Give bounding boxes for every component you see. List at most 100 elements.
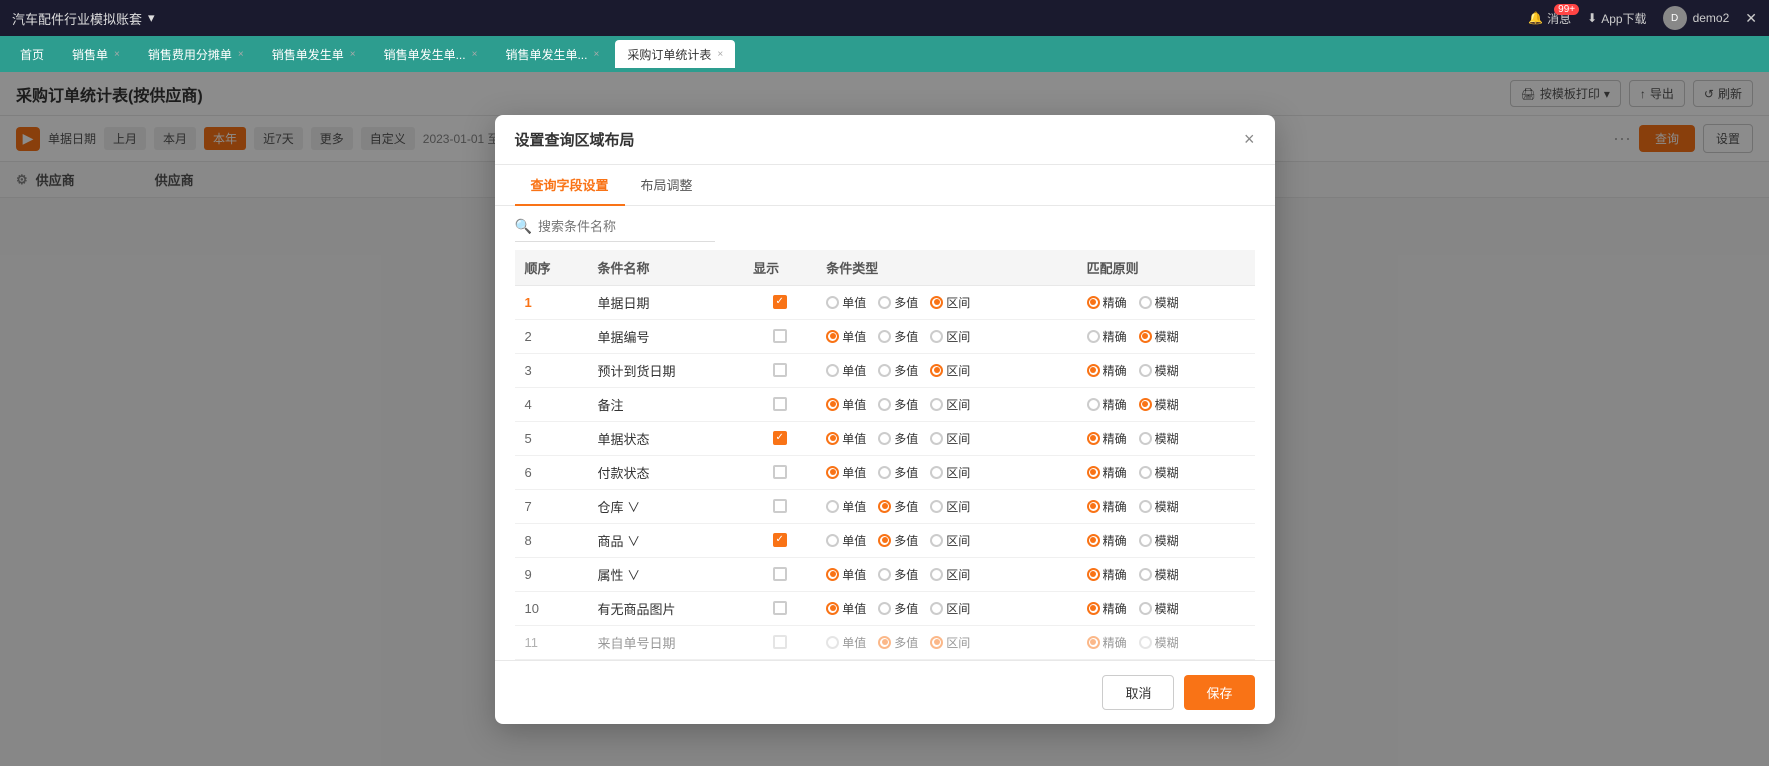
radio-exact[interactable]: 精确 [1087, 294, 1127, 311]
radio-multi[interactable]: 多值 [878, 532, 918, 549]
dialog-tab-fields[interactable]: 查询字段设置 [515, 165, 625, 206]
radio-range[interactable]: 区间 [930, 634, 970, 651]
tab-sales-occur3[interactable]: 销售单发生单... × [493, 40, 611, 68]
radio-fuzzy[interactable]: 模糊 [1139, 634, 1179, 651]
tab-sales-occur-close[interactable]: × [350, 49, 356, 60]
radio-exact[interactable]: 精确 [1087, 566, 1127, 583]
radio-range[interactable]: 区间 [930, 498, 970, 515]
row-order: 5 [515, 421, 588, 455]
user-area[interactable]: D demo2 [1663, 6, 1730, 30]
app-download-btn[interactable]: ⬇ App下载 [1587, 10, 1646, 27]
row-match: 精确 模糊 [1077, 625, 1255, 659]
row-checkbox[interactable] [773, 329, 787, 343]
radio-multi[interactable]: 多值 [878, 328, 918, 345]
radio-exact[interactable]: 精确 [1087, 464, 1127, 481]
radio-fuzzy[interactable]: 模糊 [1139, 430, 1179, 447]
tab-sales-close[interactable]: × [114, 49, 120, 60]
dropdown-arrow[interactable]: ▾ [148, 10, 155, 26]
radio-single[interactable]: 单值 [826, 464, 866, 481]
radio-single[interactable]: 单值 [826, 600, 866, 617]
radio-range[interactable]: 区间 [930, 294, 970, 311]
radio-single[interactable]: 单值 [826, 430, 866, 447]
radio-multi[interactable]: 多值 [878, 362, 918, 379]
th-name: 条件名称 [588, 250, 744, 286]
radio-range[interactable]: 区间 [930, 328, 970, 345]
row-type: 单值 多值 区间 [816, 591, 1076, 625]
tab-sales[interactable]: 销售单 × [60, 40, 132, 68]
radio-fuzzy[interactable]: 模糊 [1139, 498, 1179, 515]
row-checkbox[interactable] [773, 465, 787, 479]
radio-single[interactable]: 单值 [826, 362, 866, 379]
radio-fuzzy[interactable]: 模糊 [1139, 328, 1179, 345]
radio-single[interactable]: 单值 [826, 294, 866, 311]
radio-single[interactable]: 单值 [826, 328, 866, 345]
dialog-tab-layout[interactable]: 布局调整 [625, 165, 709, 206]
tab-sales-cost[interactable]: 销售费用分摊单 × [136, 40, 256, 68]
radio-range[interactable]: 区间 [930, 362, 970, 379]
radio-single[interactable]: 单值 [826, 634, 866, 651]
row-checkbox[interactable] [773, 601, 787, 615]
radio-exact[interactable]: 精确 [1087, 328, 1127, 345]
radio-range[interactable]: 区间 [930, 396, 970, 413]
radio-exact[interactable]: 精确 [1087, 634, 1127, 651]
cancel-btn[interactable]: 取消 [1102, 675, 1174, 710]
notification-btn[interactable]: 🔔 消息 99+ [1528, 10, 1571, 27]
table-header: 顺序 条件名称 显示 条件类型 匹配原则 [515, 250, 1255, 286]
radio-fuzzy[interactable]: 模糊 [1139, 294, 1179, 311]
radio-single[interactable]: 单值 [826, 396, 866, 413]
tab-sales-occur3-close[interactable]: × [593, 49, 599, 60]
radio-multi[interactable]: 多值 [878, 294, 918, 311]
radio-fuzzy[interactable]: 模糊 [1139, 396, 1179, 413]
row-checkbox[interactable] [773, 567, 787, 581]
tab-purchase-order[interactable]: 采购订单统计表 × [615, 40, 735, 68]
radio-single[interactable]: 单值 [826, 566, 866, 583]
radio-fuzzy[interactable]: 模糊 [1139, 532, 1179, 549]
radio-single[interactable]: 单值 [826, 498, 866, 515]
tab-purchase-order-close[interactable]: × [717, 49, 723, 60]
radio-multi[interactable]: 多值 [878, 464, 918, 481]
row-checkbox-cell [743, 285, 816, 319]
radio-exact[interactable]: 精确 [1087, 362, 1127, 379]
radio-fuzzy[interactable]: 模糊 [1139, 600, 1179, 617]
radio-exact[interactable]: 精确 [1087, 600, 1127, 617]
tab-sales-cost-close[interactable]: × [238, 49, 244, 60]
radio-fuzzy[interactable]: 模糊 [1139, 566, 1179, 583]
row-checkbox[interactable] [773, 431, 787, 445]
radio-range[interactable]: 区间 [930, 430, 970, 447]
radio-multi[interactable]: 多值 [878, 634, 918, 651]
radio-fuzzy[interactable]: 模糊 [1139, 464, 1179, 481]
radio-single[interactable]: 单值 [826, 532, 866, 549]
row-checkbox-cell [743, 625, 816, 659]
row-checkbox[interactable] [773, 499, 787, 513]
radio-exact[interactable]: 精确 [1087, 498, 1127, 515]
dialog-footer: 取消 保存 [495, 660, 1275, 724]
tab-sales-occur2[interactable]: 销售单发生单... × [372, 40, 490, 68]
save-btn[interactable]: 保存 [1184, 675, 1254, 710]
radio-multi[interactable]: 多值 [878, 566, 918, 583]
dialog-close-btn[interactable]: × [1244, 130, 1255, 148]
window-close-btn[interactable]: ✕ [1745, 10, 1757, 27]
tab-home[interactable]: 首页 [8, 40, 56, 68]
radio-fuzzy[interactable]: 模糊 [1139, 362, 1179, 379]
radio-multi[interactable]: 多值 [878, 600, 918, 617]
radio-range[interactable]: 区间 [930, 566, 970, 583]
radio-exact[interactable]: 精确 [1087, 396, 1127, 413]
radio-exact[interactable]: 精确 [1087, 430, 1127, 447]
radio-multi[interactable]: 多值 [878, 396, 918, 413]
row-checkbox[interactable] [773, 635, 787, 649]
tab-sales-occur[interactable]: 销售单发生单 × [260, 40, 368, 68]
radio-range[interactable]: 区间 [930, 532, 970, 549]
row-checkbox[interactable] [773, 295, 787, 309]
radio-multi[interactable]: 多值 [878, 430, 918, 447]
tab-sales-occur2-close[interactable]: × [472, 49, 478, 60]
search-input[interactable] [538, 219, 698, 234]
dialog-header: 设置查询区域布局 × [495, 115, 1275, 165]
notification-badge: 99+ [1554, 4, 1579, 15]
row-checkbox[interactable] [773, 533, 787, 547]
radio-multi[interactable]: 多值 [878, 498, 918, 515]
radio-range[interactable]: 区间 [930, 600, 970, 617]
radio-exact[interactable]: 精确 [1087, 532, 1127, 549]
radio-range[interactable]: 区间 [930, 464, 970, 481]
row-checkbox[interactable] [773, 363, 787, 377]
row-checkbox[interactable] [773, 397, 787, 411]
